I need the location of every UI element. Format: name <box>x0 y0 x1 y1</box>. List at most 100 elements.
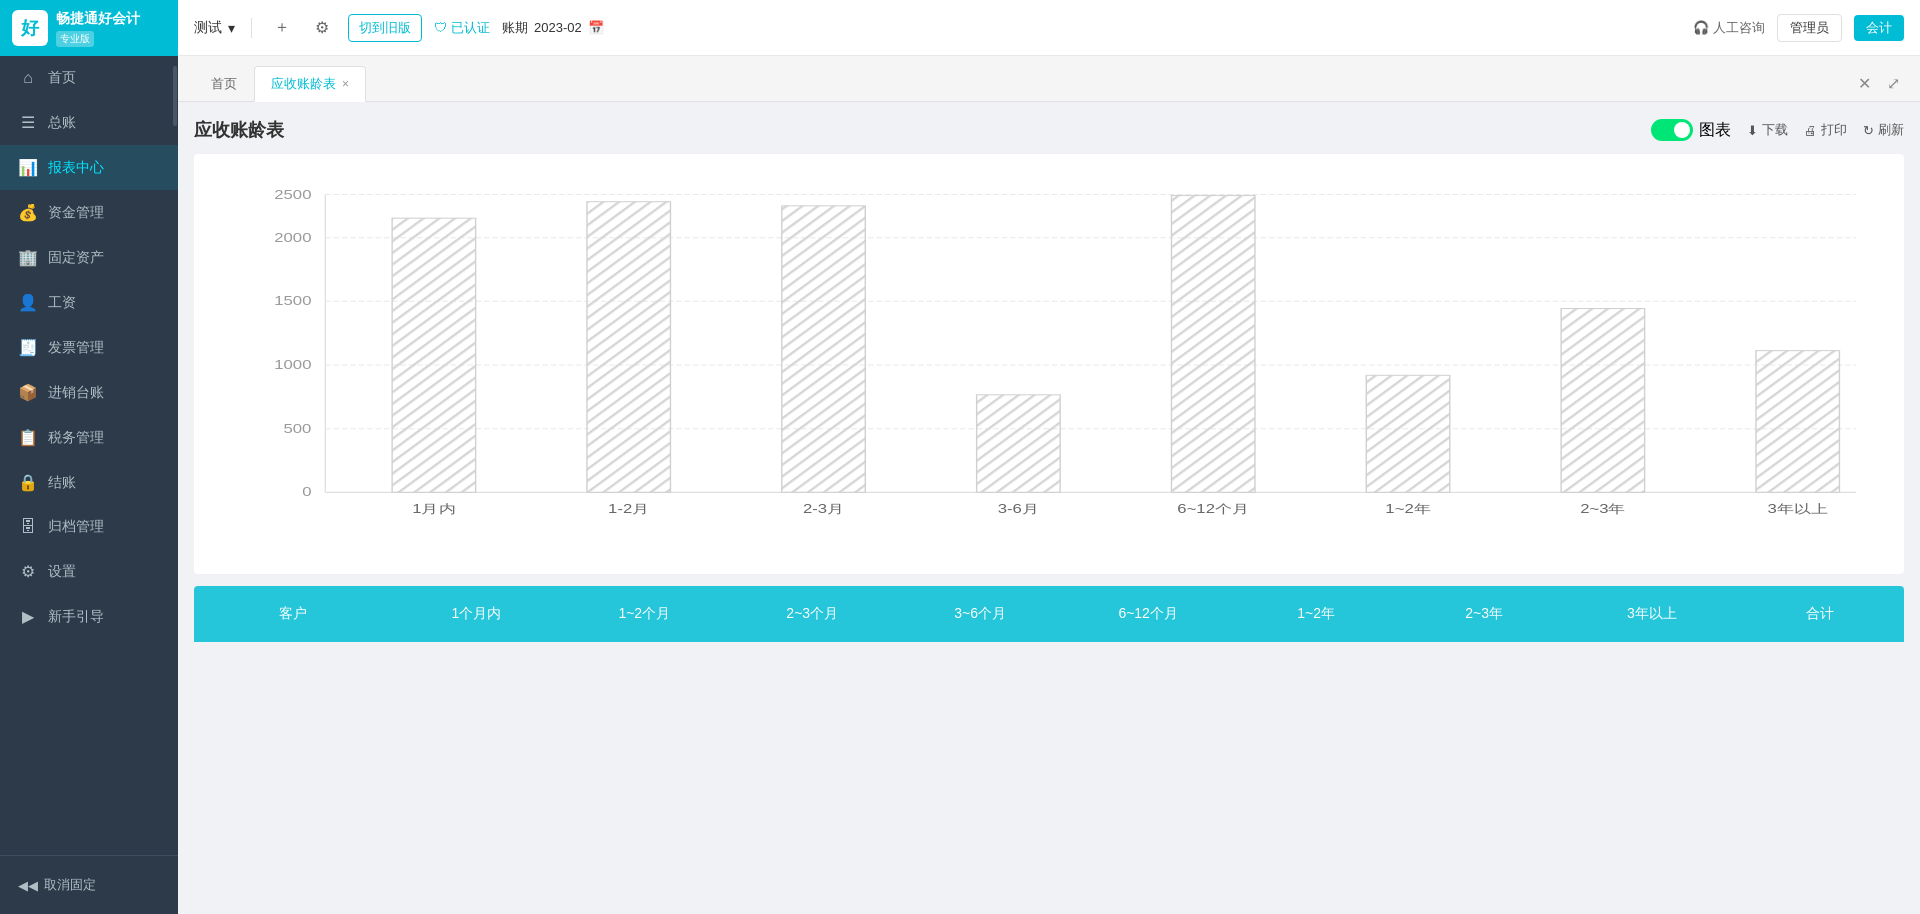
logo-icon: 好 <box>12 10 48 46</box>
consult-label: 人工咨询 <box>1713 19 1765 37</box>
sidebar-item-guide[interactable]: ▶ 新手引导 <box>0 594 178 639</box>
svg-text:1000: 1000 <box>274 358 311 371</box>
sidebar-icon-closing: 🔒 <box>18 473 38 492</box>
unpin-button[interactable]: ◀◀ 取消固定 <box>0 866 178 904</box>
calendar-icon: 📅 <box>588 20 604 35</box>
sidebar-label-home: 首页 <box>48 69 76 87</box>
print-icon: 🖨 <box>1804 123 1817 138</box>
sidebar-item-closing[interactable]: 🔒 结账 <box>0 460 178 505</box>
table-header-3: 2~3个月 <box>728 605 896 623</box>
sidebar-icon-home: ⌂ <box>18 69 38 87</box>
topbar-right: 🎧 人工咨询 管理员 会计 <box>1693 14 1904 42</box>
chart-toggle-label: 图表 <box>1699 120 1731 141</box>
sidebar-nav: ⌂ 首页 ☰ 总账 📊 报表中心 💰 资金管理 🏢 固定资产 👤 工资 🧾 发票… <box>0 56 178 855</box>
bar-1-2年 <box>1366 375 1450 492</box>
page-actions: 图表 ⬇ 下载 🖨 打印 ↻ 刷新 <box>1651 119 1904 141</box>
svg-text:0: 0 <box>302 486 311 499</box>
table-header-0: 客户 <box>194 605 392 623</box>
sidebar-bottom: ◀◀ 取消固定 <box>0 855 178 914</box>
svg-text:3-6月: 3-6月 <box>998 502 1039 515</box>
chart-toggle[interactable] <box>1651 119 1693 141</box>
app-edition: 专业版 <box>56 31 94 47</box>
unpin-icon: ◀◀ <box>18 878 38 893</box>
sidebar-item-settings[interactable]: ⚙ 设置 <box>0 549 178 594</box>
add-button[interactable]: ＋ <box>268 14 296 42</box>
svg-text:3年以上: 3年以上 <box>1767 502 1827 515</box>
sidebar-label-assets: 固定资产 <box>48 249 104 267</box>
sidebar-item-assets[interactable]: 🏢 固定资产 <box>0 235 178 280</box>
svg-text:500: 500 <box>284 422 312 435</box>
project-selector[interactable]: 测试 ▾ <box>194 19 235 37</box>
download-button[interactable]: ⬇ 下载 <box>1747 121 1788 139</box>
certified-status: 🛡 已认证 <box>434 19 490 37</box>
svg-text:2000: 2000 <box>274 231 311 244</box>
sidebar-item-ledger[interactable]: ☰ 总账 <box>0 100 178 145</box>
tab-receivable-aging-label: 应收账龄表 <box>271 75 336 93</box>
switch-version-button[interactable]: 切到旧版 <box>348 14 422 42</box>
sidebar-item-tax[interactable]: 📋 税务管理 <box>0 415 178 460</box>
project-name: 测试 <box>194 19 222 37</box>
sidebar-icon-invoice: 🧾 <box>18 338 38 357</box>
sidebar-icon-sales: 📦 <box>18 383 38 402</box>
expand-icon[interactable]: ⤢ <box>1883 70 1904 97</box>
main-area: 测试 ▾ ＋ ⚙ 切到旧版 🛡 已认证 账期 2023-02 📅 🎧 人工咨询 … <box>178 0 1920 914</box>
sidebar-item-funds[interactable]: 💰 资金管理 <box>0 190 178 235</box>
bar-2-3年 <box>1561 309 1645 493</box>
table-header-4: 3~6个月 <box>896 605 1064 623</box>
sidebar-icon-settings: ⚙ <box>18 562 38 581</box>
sidebar-label-tax: 税务管理 <box>48 429 104 447</box>
tabs-right-controls: ✕ ⤢ <box>1854 70 1904 101</box>
sidebar-item-sales[interactable]: 📦 进销台账 <box>0 370 178 415</box>
sidebar-item-archive[interactable]: 🗄 归档管理 <box>0 505 178 549</box>
app-name: 畅捷通好会计 <box>56 9 140 27</box>
user-button[interactable]: 管理员 <box>1777 14 1842 42</box>
sidebar-label-ledger: 总账 <box>48 114 76 132</box>
sidebar-item-payroll[interactable]: 👤 工资 <box>0 280 178 325</box>
tab-home[interactable]: 首页 <box>194 65 254 101</box>
sidebar: 好 畅捷通好会计 专业版 ⌂ 首页 ☰ 总账 📊 报表中心 💰 资金管理 🏢 固… <box>0 0 178 914</box>
bar-chart: 0 500 1000 1500 2000 2500 <box>214 174 1884 554</box>
sidebar-scrollbar <box>172 56 178 874</box>
tab-receivable-aging[interactable]: 应收账龄表 × <box>254 66 366 102</box>
headset-icon: 🎧 <box>1693 20 1709 35</box>
page-title: 应收账龄表 <box>194 118 284 142</box>
dropdown-icon: ▾ <box>228 20 235 36</box>
sidebar-label-invoice: 发票管理 <box>48 339 104 357</box>
svg-text:1500: 1500 <box>274 295 311 308</box>
sidebar-label-closing: 结账 <box>48 474 76 492</box>
print-button[interactable]: 🖨 打印 <box>1804 121 1847 139</box>
settings-icon-btn[interactable]: ⚙ <box>308 14 336 42</box>
sidebar-label-settings: 设置 <box>48 563 76 581</box>
download-label: 下载 <box>1762 121 1788 139</box>
page-header: 应收账龄表 图表 ⬇ 下载 🖨 打印 ↻ 刷新 <box>194 118 1904 142</box>
sidebar-label-sales: 进销台账 <box>48 384 104 402</box>
content-area: 应收账龄表 图表 ⬇ 下载 🖨 打印 ↻ 刷新 <box>178 102 1920 914</box>
topbar-divider1 <box>251 18 252 38</box>
sidebar-item-invoice[interactable]: 🧾 发票管理 <box>0 325 178 370</box>
app-logo: 好 畅捷通好会计 专业版 <box>0 0 178 56</box>
period-selector[interactable]: 账期 2023-02 📅 <box>502 19 604 37</box>
sidebar-label-archive: 归档管理 <box>48 518 104 536</box>
sidebar-icon-guide: ▶ <box>18 607 38 626</box>
sidebar-icon-ledger: ☰ <box>18 113 38 132</box>
sidebar-icon-tax: 📋 <box>18 428 38 447</box>
refresh-button[interactable]: ↻ 刷新 <box>1863 121 1904 139</box>
bar-3-6月 <box>977 395 1060 493</box>
table-header-5: 6~12个月 <box>1064 605 1232 623</box>
sidebar-item-home[interactable]: ⌂ 首页 <box>0 56 178 100</box>
tab-close-icon[interactable]: × <box>342 78 349 90</box>
table-header-8: 3年以上 <box>1568 605 1736 623</box>
refresh-icon: ↻ <box>1863 123 1874 138</box>
svg-text:2~3年: 2~3年 <box>1580 502 1625 515</box>
role-button[interactable]: 会计 <box>1854 15 1904 41</box>
table-header-9: 合计 <box>1736 605 1904 623</box>
close-window-icon[interactable]: ✕ <box>1854 70 1875 97</box>
period-value: 2023-02 <box>534 20 582 35</box>
sidebar-item-reports[interactable]: 📊 报表中心 <box>0 145 178 190</box>
svg-text:1月内: 1月内 <box>412 502 455 515</box>
table-header-2: 1~2个月 <box>560 605 728 623</box>
tab-home-label: 首页 <box>211 75 237 93</box>
bar-6-12月 <box>1171 196 1255 493</box>
consult-button[interactable]: 🎧 人工咨询 <box>1693 19 1765 37</box>
sidebar-icon-assets: 🏢 <box>18 248 38 267</box>
